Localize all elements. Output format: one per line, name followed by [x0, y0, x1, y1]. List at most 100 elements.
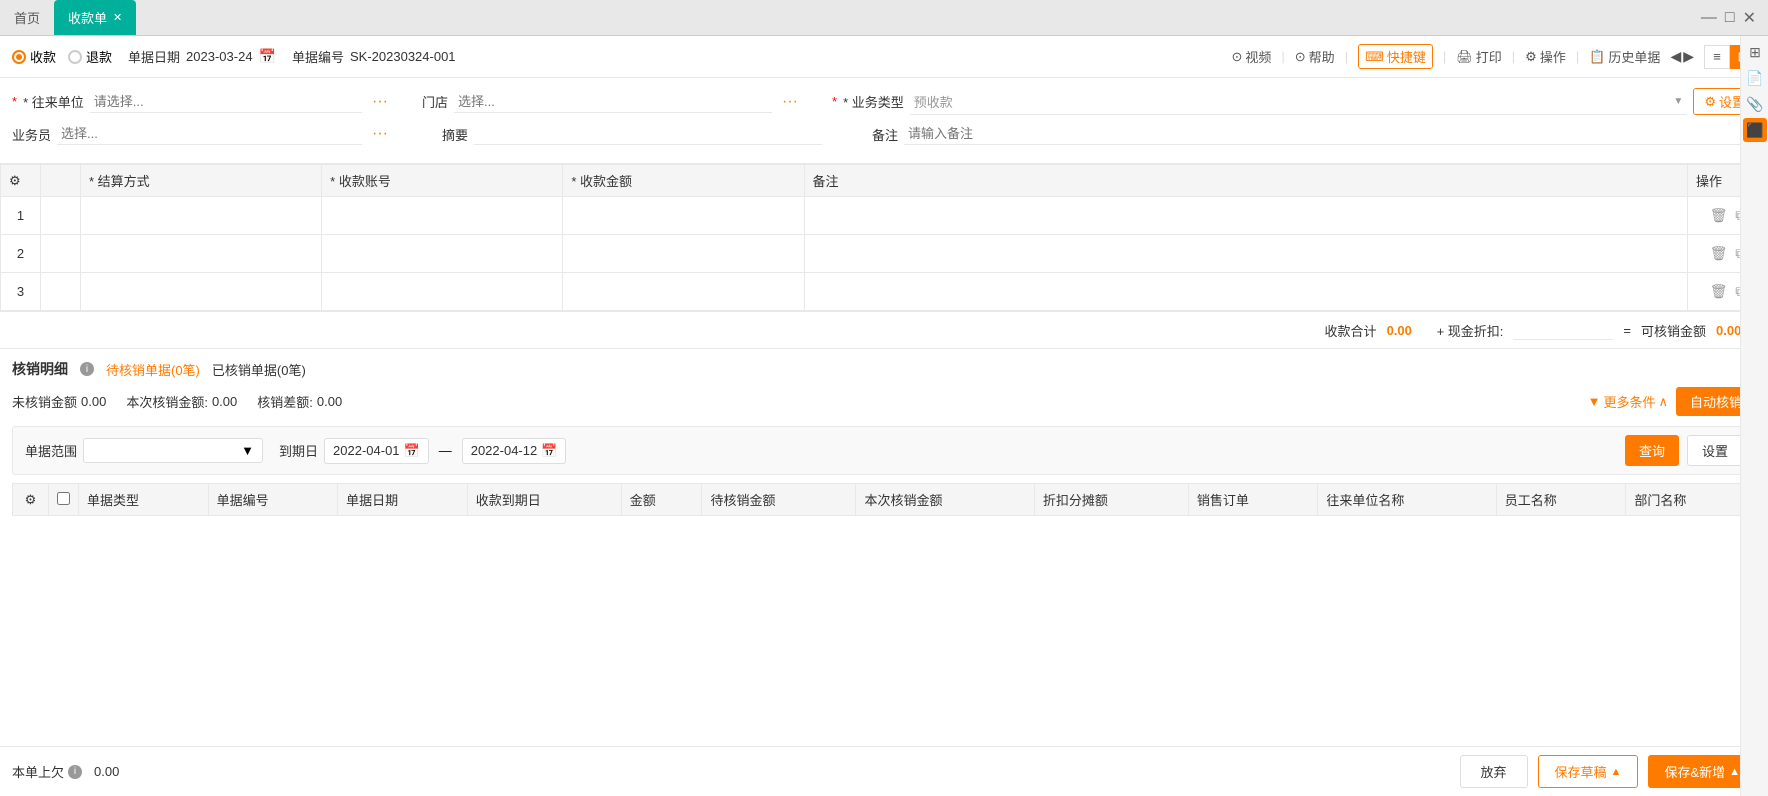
row-2-delete-icon[interactable]: 🗑 — [1710, 245, 1728, 261]
row-3-settlement[interactable] — [81, 273, 322, 311]
row-3-num2 — [41, 273, 81, 311]
nav-prev-icon[interactable]: ◀ — [1670, 48, 1681, 65]
tab-home-label: 首页 — [14, 8, 40, 27]
select-all-checkbox[interactable] — [57, 492, 70, 505]
due-date-field: 到期日 2022-04-01 📅 — 2022-04-12 📅 — [279, 438, 566, 464]
row-1-amount[interactable] — [563, 197, 804, 235]
save-draft-label: 保存草稿 — [1555, 762, 1607, 781]
row-1-remark[interactable] — [804, 197, 1688, 235]
row-3-remark-input[interactable] — [805, 273, 1688, 310]
row-2-remark-input[interactable] — [805, 235, 1688, 272]
done-tab-link[interactable]: 已核销单据(0笔) — [212, 360, 306, 379]
radio-refund[interactable]: 退款 — [68, 47, 112, 66]
footer-info-icon[interactable]: i — [68, 765, 82, 779]
sidebar-screen-icon[interactable]: ⬛ — [1743, 118, 1767, 142]
tab-close-icon[interactable]: ✕ — [113, 11, 122, 24]
minimize-icon[interactable]: — — [1701, 9, 1717, 27]
row-1-settlement-input[interactable] — [81, 197, 321, 234]
row-3-settlement-input[interactable] — [81, 273, 321, 310]
th-gear[interactable]: ⚙ — [1, 165, 41, 197]
maximize-icon[interactable]: □ — [1725, 9, 1735, 27]
date-to-input[interactable]: 2022-04-12 📅 — [462, 438, 567, 464]
row-3-account-input[interactable] — [322, 273, 562, 310]
print-action[interactable]: 🖨 打印 — [1456, 47, 1502, 66]
sales-person-input[interactable] — [57, 123, 362, 145]
filter-settings-button[interactable]: 设置 — [1687, 435, 1743, 466]
row-2-remark[interactable] — [804, 235, 1688, 273]
date-from-input[interactable]: 2022-04-01 📅 — [324, 438, 429, 464]
sales-person-ellipsis-icon[interactable]: ··· — [368, 125, 392, 143]
discount-input[interactable] — [1513, 320, 1613, 340]
doc-range-select[interactable]: ▼ — [83, 438, 263, 463]
bth-doc-no: 单据编号 — [208, 484, 338, 516]
row-2-settlement[interactable] — [81, 235, 322, 273]
sidebar-table-icon[interactable]: ⊞ — [1743, 40, 1767, 64]
row-2-num2 — [41, 235, 81, 273]
writeoff-info-icon[interactable]: i — [80, 362, 94, 376]
tab-receipt[interactable]: 收款单 ✕ — [54, 0, 136, 35]
row-2-account-input[interactable] — [322, 235, 562, 272]
biz-type-value: 预收款 — [914, 92, 953, 111]
history-action[interactable]: 📋 历史单据 — [1589, 47, 1660, 66]
store-input[interactable] — [454, 91, 772, 113]
tab-home[interactable]: 首页 — [0, 0, 54, 35]
remark-label: 备注 — [872, 125, 898, 144]
current-cancel-value: 0.00 — [212, 394, 237, 409]
counterpart-input[interactable] — [90, 91, 362, 113]
row-1-account[interactable] — [322, 197, 563, 235]
bth-doc-type: 单据类型 — [79, 484, 209, 516]
bth-gear[interactable]: ⚙ — [13, 484, 49, 516]
query-button[interactable]: 查询 — [1625, 435, 1679, 466]
save-draft-button[interactable]: 保存草稿 ▲ — [1538, 755, 1639, 788]
th-account: * 收款账号 — [322, 165, 563, 197]
row-1-remark-input[interactable] — [805, 197, 1688, 234]
row-2-account[interactable] — [322, 235, 563, 273]
save-new-arrow: ▲ — [1729, 766, 1740, 778]
biz-type-select[interactable]: 预收款 ▼ — [910, 89, 1688, 115]
date-from-value: 2022-04-01 — [333, 443, 400, 458]
row-1-account-input[interactable] — [322, 197, 562, 234]
row-3-remark[interactable] — [804, 273, 1688, 311]
available-label: 可核销金额 — [1641, 321, 1706, 340]
counterpart-ellipsis-icon[interactable]: ··· — [368, 93, 392, 111]
video-action[interactable]: ⊙ 视频 — [1231, 47, 1271, 66]
nav-next-icon[interactable]: ▶ — [1683, 48, 1694, 65]
bth-check[interactable] — [49, 484, 79, 516]
bth-staff: 员工名称 — [1496, 484, 1626, 516]
row-3-amount-input[interactable] — [563, 273, 803, 310]
row-3-amount[interactable] — [563, 273, 804, 311]
row-1-delete-icon[interactable]: 🗑 — [1710, 207, 1728, 223]
help-action[interactable]: ⊙ 帮助 — [1295, 47, 1335, 66]
close-window-icon[interactable]: ✕ — [1743, 8, 1756, 28]
row-1-amount-input[interactable] — [563, 197, 803, 234]
view-list-btn[interactable]: ≡ — [1704, 45, 1730, 69]
shortcut-action[interactable]: ⌨ 快捷键 — [1358, 44, 1433, 69]
more-conditions-btn[interactable]: ▼ 更多条件 ∧ — [1588, 392, 1668, 411]
row-1-settlement[interactable] — [81, 197, 322, 235]
bth-sales-order: 销售订单 — [1188, 484, 1318, 516]
row-3-account[interactable] — [322, 273, 563, 311]
row-3-delete-icon[interactable]: 🗑 — [1710, 283, 1728, 299]
uncancelled-stat: 未核销金额 0.00 — [12, 392, 106, 411]
remark-input[interactable] — [904, 123, 1756, 145]
radio-receipt-dot — [12, 50, 26, 64]
row-2-amount[interactable] — [563, 235, 804, 273]
counterpart-field: * * 往来单位 ··· — [12, 91, 392, 113]
summary-input[interactable] — [474, 123, 822, 145]
radio-receipt[interactable]: 收款 — [12, 47, 56, 66]
operations-action[interactable]: ⚙ 操作 — [1525, 47, 1566, 66]
sidebar-doc-icon[interactable]: 📄 — [1743, 66, 1767, 90]
sidebar-attach-icon[interactable]: 📎 — [1743, 92, 1767, 116]
more-conditions-label: 更多条件 — [1603, 392, 1655, 411]
bth-this-cancel: 本次核销金额 — [856, 484, 1034, 516]
writeoff-header: 核销明细 i 待核销单据(0笔) 已核销单据(0笔) — [12, 359, 1756, 379]
row-2-amount-input[interactable] — [563, 235, 803, 272]
pending-tab-link[interactable]: 待核销单据(0笔) — [106, 360, 200, 379]
row-2-settlement-input[interactable] — [81, 235, 321, 272]
calendar-icon[interactable]: 📅 — [259, 48, 276, 65]
store-ellipsis-icon[interactable]: ··· — [778, 93, 802, 111]
help-icon: ⊙ — [1295, 49, 1306, 65]
help-label: 帮助 — [1309, 47, 1335, 66]
discard-button[interactable]: 放弃 — [1460, 755, 1528, 788]
sales-person-field: 业务员 ··· — [12, 123, 392, 145]
